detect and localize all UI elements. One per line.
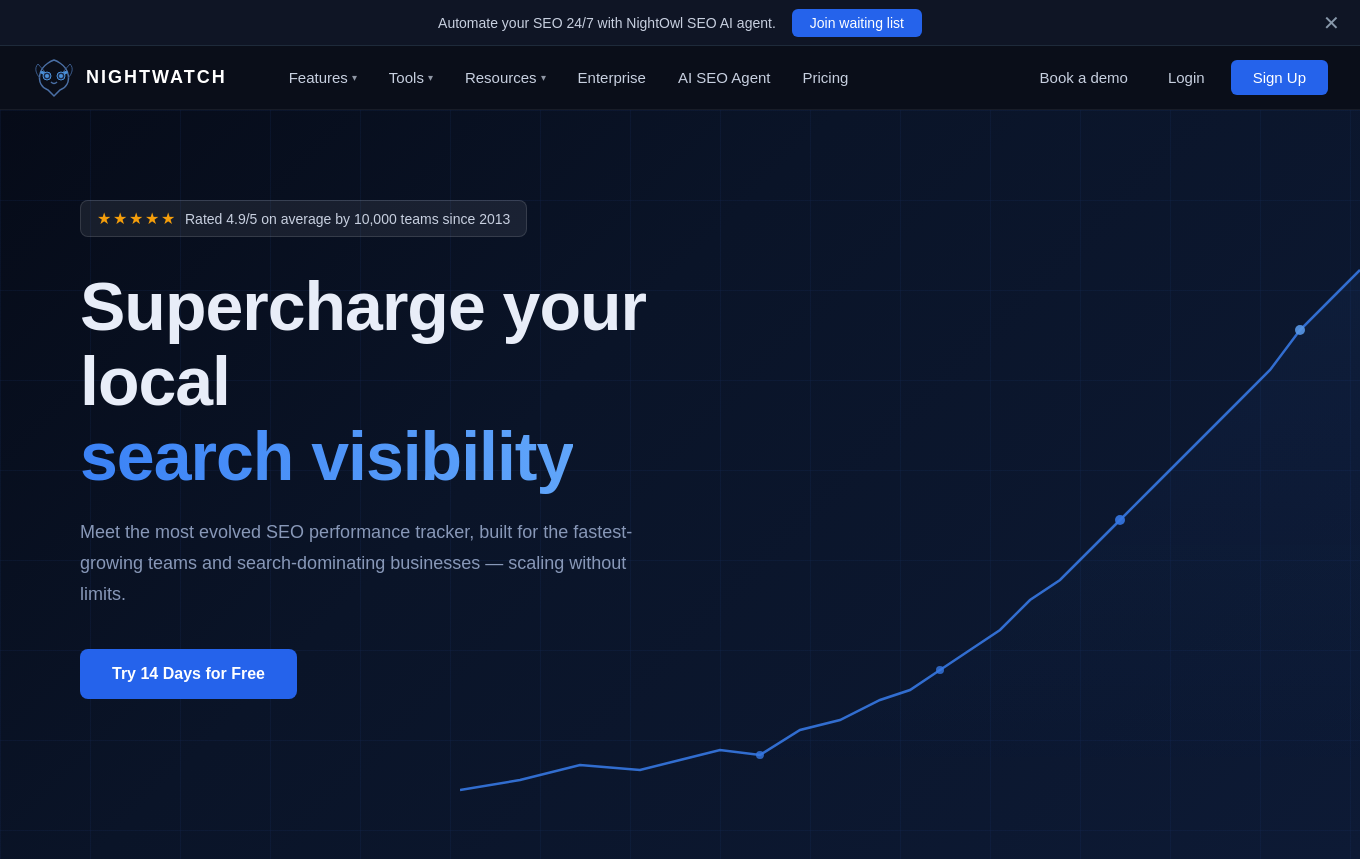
- svg-point-6: [1115, 515, 1125, 525]
- svg-point-2: [45, 74, 49, 78]
- book-demo-button[interactable]: Book a demo: [1026, 61, 1142, 94]
- star-3: ★: [129, 209, 143, 228]
- star-2: ★: [113, 209, 127, 228]
- star-4: ★: [145, 209, 159, 228]
- nav-item-enterprise[interactable]: Enterprise: [564, 61, 660, 94]
- hero-title: Supercharge your local search visibility: [80, 269, 780, 493]
- nav-item-resources[interactable]: Resources ▾: [451, 61, 560, 94]
- svg-point-4: [756, 751, 764, 759]
- svg-point-7: [1295, 325, 1305, 335]
- logo-text: NIGHTWATCH: [86, 67, 227, 88]
- hero-subtitle: Meet the most evolved SEO performance tr…: [80, 517, 660, 609]
- star-1: ★: [97, 209, 111, 228]
- announcement-bar: Automate your SEO 24/7 with NightOwl SEO…: [0, 0, 1360, 46]
- nav-right: Book a demo Login Sign Up: [1026, 60, 1328, 95]
- nav-item-features[interactable]: Features ▾: [275, 61, 371, 94]
- try-free-button[interactable]: Try 14 Days for Free: [80, 649, 297, 699]
- star-5: ★: [161, 209, 175, 228]
- login-button[interactable]: Login: [1154, 61, 1219, 94]
- rating-text: Rated 4.9/5 on average by 10,000 teams s…: [185, 211, 510, 227]
- signup-button[interactable]: Sign Up: [1231, 60, 1328, 95]
- chevron-down-icon: ▾: [428, 72, 433, 83]
- logo-link[interactable]: NIGHTWATCH: [32, 56, 227, 100]
- svg-point-5: [936, 666, 944, 674]
- star-rating: ★ ★ ★ ★ ★: [97, 209, 175, 228]
- nav-item-pricing[interactable]: Pricing: [789, 61, 863, 94]
- chevron-down-icon: ▾: [541, 72, 546, 83]
- chevron-down-icon: ▾: [352, 72, 357, 83]
- nav-links: Features ▾ Tools ▾ Resources ▾ Enterpris…: [275, 61, 1026, 94]
- hero-section: ★ ★ ★ ★ ★ Rated 4.9/5 on average by 10,0…: [0, 110, 1360, 859]
- join-waiting-list-button[interactable]: Join waiting list: [792, 9, 922, 37]
- svg-point-3: [59, 74, 63, 78]
- announcement-text: Automate your SEO 24/7 with NightOwl SEO…: [438, 15, 776, 31]
- close-announcement-button[interactable]: ✕: [1323, 13, 1340, 33]
- rating-badge: ★ ★ ★ ★ ★ Rated 4.9/5 on average by 10,0…: [80, 200, 527, 237]
- navbar: NIGHTWATCH Features ▾ Tools ▾ Resources …: [0, 46, 1360, 110]
- hero-content: ★ ★ ★ ★ ★ Rated 4.9/5 on average by 10,0…: [80, 110, 780, 699]
- hero-title-line1: Supercharge your local: [80, 268, 646, 419]
- nav-item-tools[interactable]: Tools ▾: [375, 61, 447, 94]
- nav-item-ai-seo-agent[interactable]: AI SEO Agent: [664, 61, 785, 94]
- logo-icon: [32, 56, 76, 100]
- hero-title-line2: search visibility: [80, 418, 573, 494]
